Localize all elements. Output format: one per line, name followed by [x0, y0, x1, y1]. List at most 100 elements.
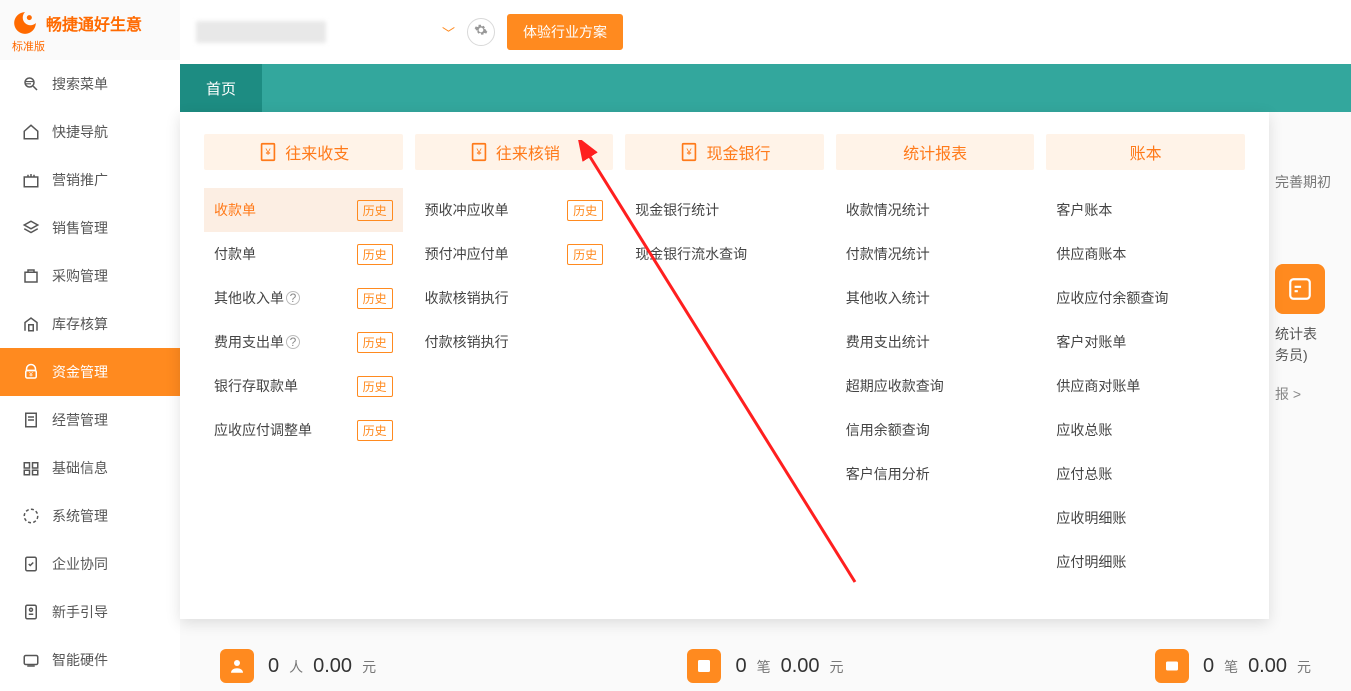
nav-icon — [22, 123, 40, 141]
mega-item-4-2[interactable]: 应收应付余额查询 — [1046, 276, 1245, 320]
mega-item-label: 应付明细账 — [1056, 552, 1235, 572]
mega-item-label: 现金银行流水查询 — [635, 244, 814, 264]
chevron-down-icon: ﹀ — [442, 23, 455, 42]
mega-item-4-0[interactable]: 客户账本 — [1046, 188, 1245, 232]
stat-text: 0人0.00元 — [268, 655, 376, 678]
stat-2: 0笔0.00元 — [1155, 649, 1311, 683]
mega-col-title: 往来核销 — [496, 140, 560, 164]
mega-item-2-0[interactable]: 现金银行统计 — [625, 188, 824, 232]
mega-item-label: 其他收入统计 — [846, 288, 1025, 308]
mega-col-title: 账本 — [1130, 140, 1162, 164]
history-tag[interactable]: 历史 — [357, 376, 393, 397]
nav-icon — [22, 459, 40, 477]
mega-item-label: 超期应收款查询 — [846, 376, 1025, 396]
sidebar-item-7[interactable]: 经营管理 — [0, 396, 180, 444]
sidebar-item-6[interactable]: ¥资金管理 — [0, 348, 180, 396]
mega-item-4-8[interactable]: 应付明细账 — [1046, 540, 1245, 584]
mega-item-2-1[interactable]: 现金银行流水查询 — [625, 232, 824, 276]
mega-item-0-4[interactable]: 银行存取款单历史 — [204, 364, 403, 408]
nav-label: 新手引导 — [52, 602, 108, 622]
mega-item-label: 其他收入单 ? — [214, 288, 357, 308]
sidebar-item-3[interactable]: 销售管理 — [0, 204, 180, 252]
mega-col-3: 统计报表收款情况统计付款情况统计其他收入统计费用支出统计超期应收款查询信用余额查… — [830, 134, 1041, 601]
funds-mega-menu: ¥往来收支收款单历史付款单历史其他收入单 ?历史费用支出单 ?历史银行存取款单历… — [180, 112, 1269, 619]
stat-text: 0笔0.00元 — [735, 655, 843, 678]
mega-col-title: 现金银行 — [706, 140, 770, 164]
nav-label: 销售管理 — [52, 218, 108, 238]
sidebar-item-4[interactable]: 采购管理 — [0, 252, 180, 300]
mega-item-3-1[interactable]: 付款情况统计 — [836, 232, 1035, 276]
mega-item-4-6[interactable]: 应付总账 — [1046, 452, 1245, 496]
mega-item-0-0[interactable]: 收款单历史 — [204, 188, 403, 232]
mega-item-4-3[interactable]: 客户对账单 — [1046, 320, 1245, 364]
nav-icon — [22, 411, 40, 429]
sidebar: 畅捷通好生意 标准版 搜索菜单快捷导航营销推广销售管理采购管理库存核算¥资金管理… — [0, 0, 180, 691]
chart-shortcut-icon[interactable] — [1275, 264, 1325, 314]
mega-item-3-5[interactable]: 信用余额查询 — [836, 408, 1035, 452]
mega-item-0-2[interactable]: 其他收入单 ?历史 — [204, 276, 403, 320]
help-icon[interactable]: ? — [286, 291, 300, 305]
sidebar-item-12[interactable]: 智能硬件 — [0, 636, 180, 684]
nav-icon — [22, 507, 40, 525]
history-tag[interactable]: 历史 — [357, 332, 393, 353]
history-tag[interactable]: 历史 — [357, 244, 393, 265]
mega-item-4-5[interactable]: 应收总账 — [1046, 408, 1245, 452]
history-tag[interactable]: 历史 — [357, 288, 393, 309]
mega-item-1-3[interactable]: 付款核销执行 — [415, 320, 614, 364]
mega-item-1-0[interactable]: 预收冲应收单历史 — [415, 188, 614, 232]
stat-icon — [687, 649, 721, 683]
mega-item-0-1[interactable]: 付款单历史 — [204, 232, 403, 276]
more-reports-link[interactable]: 报 > — [1275, 384, 1351, 404]
mega-col-header: 账本 — [1046, 134, 1245, 170]
app-subtitle: 标准版 — [12, 38, 168, 54]
stat-icon — [220, 649, 254, 683]
sidebar-item-10[interactable]: 企业协同 — [0, 540, 180, 588]
mega-item-4-1[interactable]: 供应商账本 — [1046, 232, 1245, 276]
help-icon[interactable]: ? — [286, 335, 300, 349]
sidebar-item-9[interactable]: 系统管理 — [0, 492, 180, 540]
mega-item-label: 客户对账单 — [1056, 332, 1235, 352]
nav-icon — [22, 171, 40, 189]
nav-icon — [22, 555, 40, 573]
mega-item-1-1[interactable]: 预付冲应付单历史 — [415, 232, 614, 276]
history-tag[interactable]: 历史 — [357, 200, 393, 221]
history-tag[interactable]: 历史 — [357, 420, 393, 441]
app-title: 畅捷通好生意 — [46, 11, 142, 35]
sidebar-item-0[interactable]: 搜索菜单 — [0, 60, 180, 108]
nav-label: 资金管理 — [52, 362, 108, 382]
mega-item-3-2[interactable]: 其他收入统计 — [836, 276, 1035, 320]
mega-item-3-4[interactable]: 超期应收款查询 — [836, 364, 1035, 408]
history-tag[interactable]: 历史 — [567, 244, 603, 265]
company-selector[interactable]: ﹀ — [196, 21, 455, 43]
mega-item-0-3[interactable]: 费用支出单 ?历史 — [204, 320, 403, 364]
settings-button[interactable] — [467, 18, 495, 46]
sidebar-item-11[interactable]: 新手引导 — [0, 588, 180, 636]
mega-item-3-6[interactable]: 客户信用分析 — [836, 452, 1035, 496]
mega-item-label: 收款单 — [214, 200, 357, 220]
mega-col-title: 往来收支 — [285, 140, 349, 164]
sidebar-item-2[interactable]: 营销推广 — [0, 156, 180, 204]
mega-col-1: ¥往来核销预收冲应收单历史预付冲应付单历史收款核销执行付款核销执行 — [409, 134, 620, 601]
mega-item-label: 客户信用分析 — [846, 464, 1025, 484]
mega-item-label: 应收明细账 — [1056, 508, 1235, 528]
mega-item-4-7[interactable]: 应收明细账 — [1046, 496, 1245, 540]
nav-label: 采购管理 — [52, 266, 108, 286]
mega-item-3-0[interactable]: 收款情况统计 — [836, 188, 1035, 232]
sidebar-item-5[interactable]: 库存核算 — [0, 300, 180, 348]
mega-item-1-2[interactable]: 收款核销执行 — [415, 276, 614, 320]
mega-col-2: ¥现金银行现金银行统计现金银行流水查询 — [619, 134, 830, 601]
hint-complete-initial[interactable]: 完善期初 — [1275, 172, 1351, 192]
mega-col-header: ¥往来收支 — [204, 134, 403, 170]
mega-item-label: 费用支出统计 — [846, 332, 1025, 352]
mega-item-4-4[interactable]: 供应商对账单 — [1046, 364, 1245, 408]
mega-item-0-5[interactable]: 应收应付调整单历史 — [204, 408, 403, 452]
sidebar-item-8[interactable]: 基础信息 — [0, 444, 180, 492]
industry-plan-button[interactable]: 体验行业方案 — [507, 14, 623, 50]
history-tag[interactable]: 历史 — [567, 200, 603, 221]
mega-item-label: 应收应付余额查询 — [1056, 288, 1235, 308]
sidebar-item-1[interactable]: 快捷导航 — [0, 108, 180, 156]
mega-item-3-3[interactable]: 费用支出统计 — [836, 320, 1035, 364]
nav-icon — [22, 219, 40, 237]
nav-label: 系统管理 — [52, 506, 108, 526]
tab-home[interactable]: 首页 — [180, 64, 262, 112]
